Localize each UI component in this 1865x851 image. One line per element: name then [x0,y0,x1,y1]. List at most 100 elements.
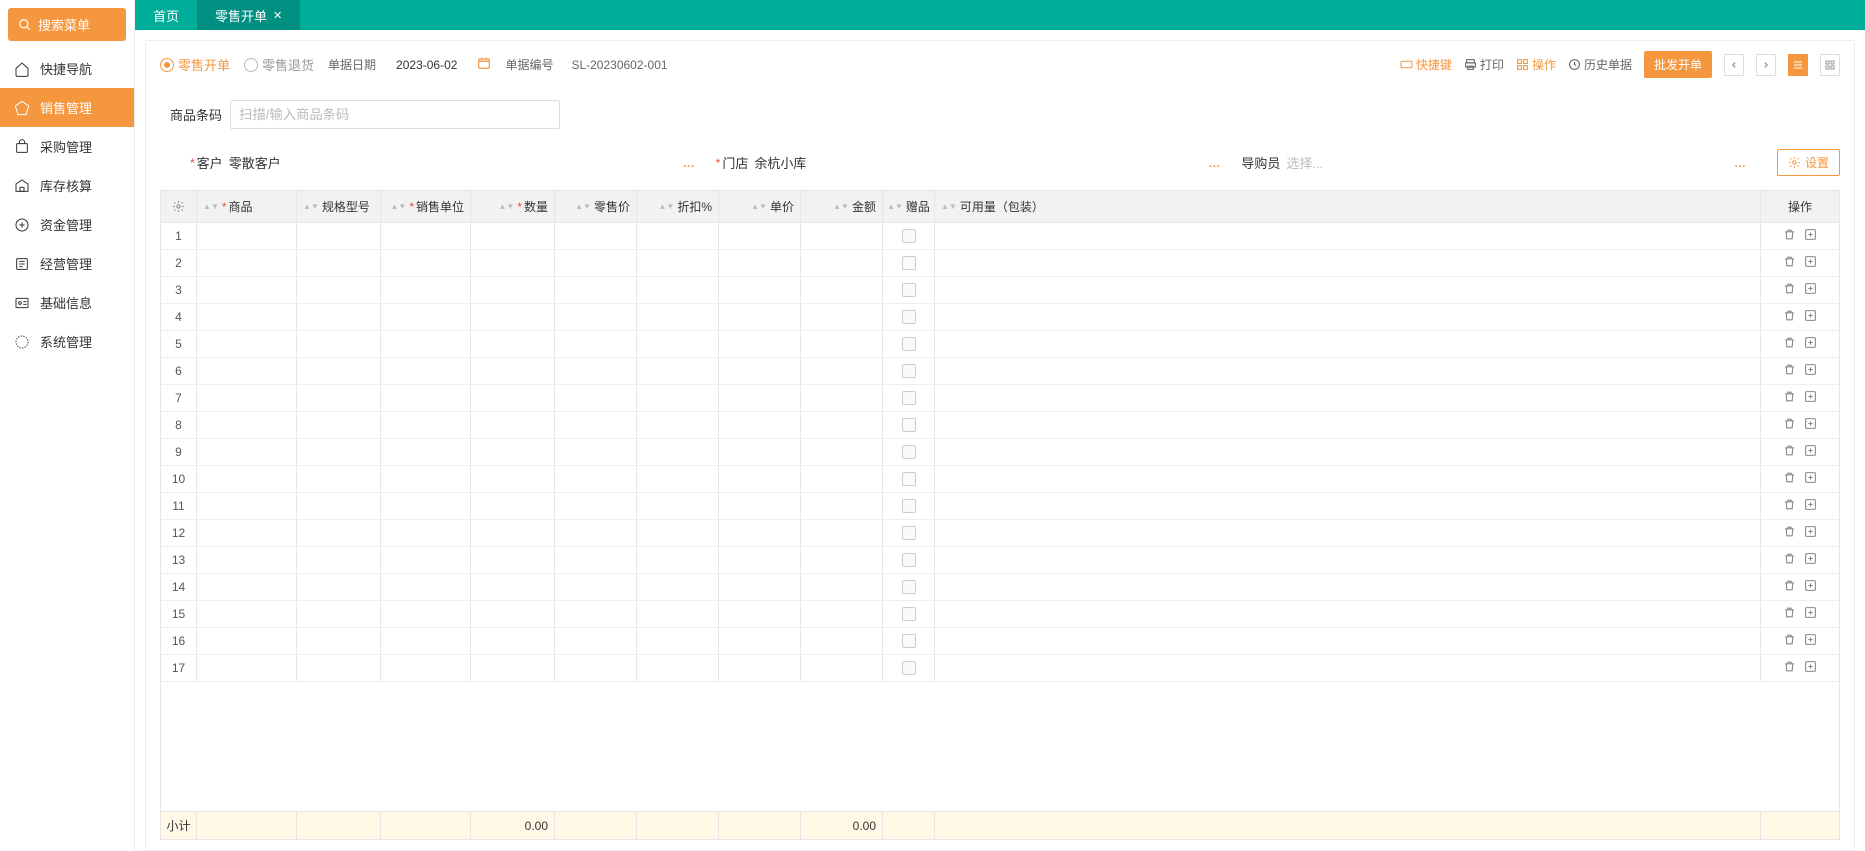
table-row[interactable]: 9 [161,439,1839,466]
cell-unit[interactable] [381,574,471,600]
cell-price[interactable] [719,547,801,573]
prev-button[interactable] [1724,54,1744,76]
th-spec[interactable]: ▲▼规格型号 [297,191,381,222]
gift-checkbox[interactable] [902,283,916,297]
cell-discount[interactable] [637,385,719,411]
cell-unit[interactable] [381,547,471,573]
batch-order-button[interactable]: 批发开单 [1644,51,1712,78]
table-row[interactable]: 5 [161,331,1839,358]
cell-gift[interactable] [883,628,935,654]
gift-checkbox[interactable] [902,364,916,378]
cell-unit[interactable] [381,439,471,465]
cell-amount[interactable] [801,412,883,438]
cell-retail[interactable] [555,277,637,303]
delete-row-button[interactable] [1783,525,1796,541]
sidebar-item-system[interactable]: 系统管理 [0,322,134,361]
th-product[interactable]: ▲▼*商品 [197,191,297,222]
next-button[interactable] [1756,54,1776,76]
cell-amount[interactable] [801,304,883,330]
view-mode-b-button[interactable] [1820,54,1840,76]
store-filter[interactable]: * 门店 余杭小库 … [716,153,1232,172]
cell-discount[interactable] [637,277,719,303]
cell-retail[interactable] [555,412,637,438]
cell-amount[interactable] [801,547,883,573]
delete-row-button[interactable] [1783,579,1796,595]
cell-discount[interactable] [637,250,719,276]
gift-checkbox[interactable] [902,661,916,675]
sidebar-item-funds[interactable]: 资金管理 [0,205,134,244]
add-row-button[interactable] [1804,390,1817,406]
delete-row-button[interactable] [1783,390,1796,406]
gift-checkbox[interactable] [902,499,916,513]
store-picker-button[interactable]: … [1198,156,1231,170]
cell-price[interactable] [719,385,801,411]
cell-amount[interactable] [801,439,883,465]
cell-product[interactable] [197,223,297,249]
cell-product[interactable] [197,277,297,303]
table-row[interactable]: 2 [161,250,1839,277]
sidebar-item-baseinfo[interactable]: 基础信息 [0,283,134,322]
cell-gift[interactable] [883,304,935,330]
cell-qty[interactable] [471,574,555,600]
cell-gift[interactable] [883,466,935,492]
sidebar-item-purchase[interactable]: 采购管理 [0,127,134,166]
cell-gift[interactable] [883,385,935,411]
cell-retail[interactable] [555,520,637,546]
cell-retail[interactable] [555,304,637,330]
barcode-input[interactable] [230,100,560,129]
gift-checkbox[interactable] [902,580,916,594]
cell-unit[interactable] [381,466,471,492]
cell-unit[interactable] [381,601,471,627]
add-row-button[interactable] [1804,336,1817,352]
cell-qty[interactable] [471,385,555,411]
close-icon[interactable]: ✕ [273,9,282,22]
cell-retail[interactable] [555,574,637,600]
sidebar-item-sales[interactable]: 销售管理 [0,88,134,127]
sidebar-item-inventory[interactable]: 库存核算 [0,166,134,205]
print-button[interactable]: 打印 [1464,56,1504,73]
cell-spec[interactable] [297,358,381,384]
cell-price[interactable] [719,628,801,654]
customer-picker-button[interactable]: … [673,156,706,170]
gift-checkbox[interactable] [902,553,916,567]
cell-product[interactable] [197,628,297,654]
gift-checkbox[interactable] [902,337,916,351]
cell-amount[interactable] [801,358,883,384]
cell-amount[interactable] [801,223,883,249]
cell-gift[interactable] [883,574,935,600]
cell-amount[interactable] [801,628,883,654]
cell-price[interactable] [719,655,801,681]
cell-product[interactable] [197,439,297,465]
cell-unit[interactable] [381,412,471,438]
delete-row-button[interactable] [1783,363,1796,379]
add-row-button[interactable] [1804,417,1817,433]
cell-spec[interactable] [297,304,381,330]
add-row-button[interactable] [1804,255,1817,271]
cell-spec[interactable] [297,547,381,573]
gift-checkbox[interactable] [902,310,916,324]
cell-spec[interactable] [297,466,381,492]
cell-product[interactable] [197,304,297,330]
cell-discount[interactable] [637,412,719,438]
sidebar-item-business[interactable]: 经营管理 [0,244,134,283]
cell-spec[interactable] [297,277,381,303]
th-price[interactable]: ▲▼单价 [719,191,801,222]
cell-product[interactable] [197,493,297,519]
cell-retail[interactable] [555,601,637,627]
cell-amount[interactable] [801,655,883,681]
cell-discount[interactable] [637,358,719,384]
cell-product[interactable] [197,547,297,573]
table-row[interactable]: 3 [161,277,1839,304]
cell-unit[interactable] [381,655,471,681]
th-gear[interactable] [161,191,197,222]
add-row-button[interactable] [1804,606,1817,622]
cell-spec[interactable] [297,385,381,411]
cell-gift[interactable] [883,277,935,303]
cell-qty[interactable] [471,655,555,681]
delete-row-button[interactable] [1783,228,1796,244]
cell-amount[interactable] [801,520,883,546]
cell-gift[interactable] [883,493,935,519]
operate-button[interactable]: 操作 [1516,56,1556,73]
cell-discount[interactable] [637,304,719,330]
date-value[interactable]: 2023-06-02 [390,58,463,72]
